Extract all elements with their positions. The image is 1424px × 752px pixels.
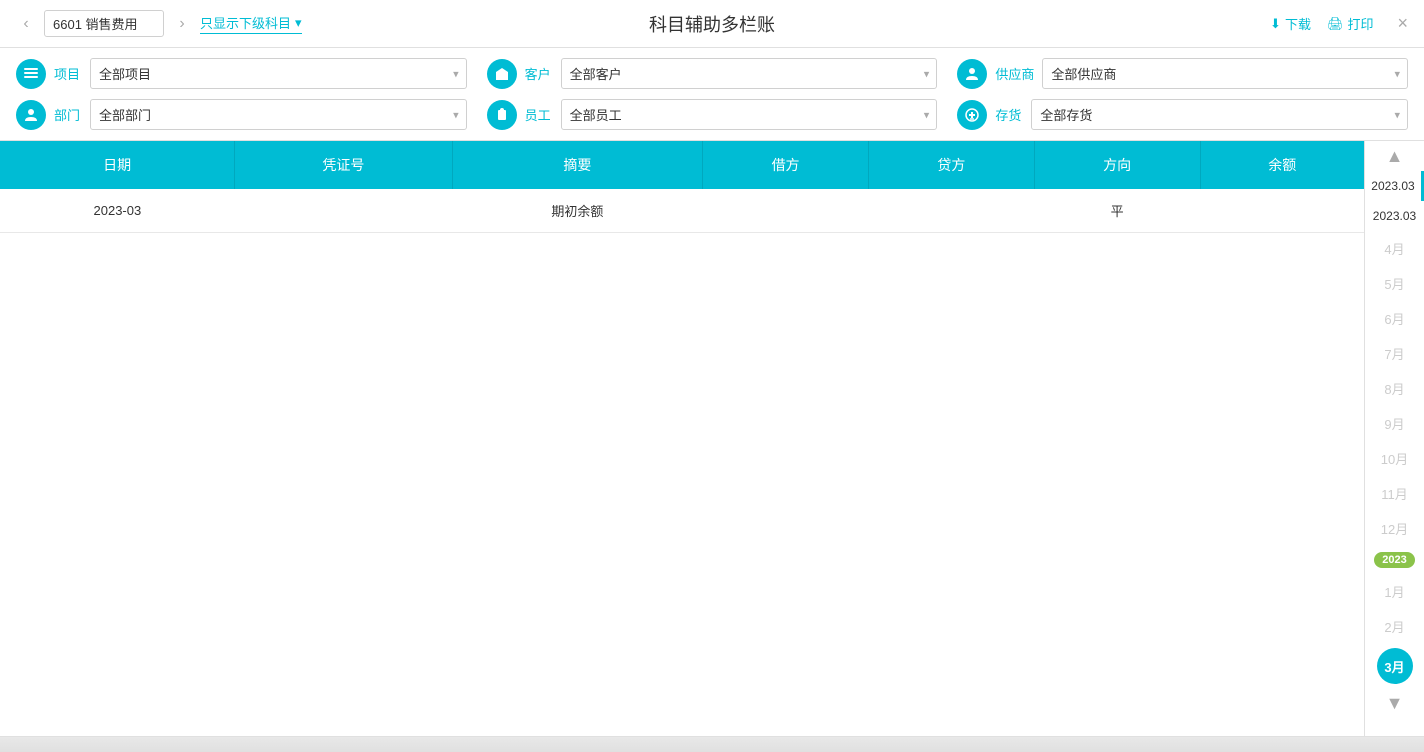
filter-employee-row: 员工 全部员工 ▾ [487, 99, 938, 130]
cell-direction: 平 [1034, 189, 1200, 233]
sidebar-month-6[interactable]: 6月 [1365, 301, 1424, 336]
sidebar-month-10[interactable]: 10月 [1365, 441, 1424, 476]
department-select[interactable]: 全部部门 [90, 99, 467, 130]
inventory-icon [957, 100, 987, 130]
sidebar-month-7[interactable]: 7月 [1365, 336, 1424, 371]
show-sub-arrow-icon: ▾ [295, 15, 302, 31]
sidebar-month-1[interactable]: 1月 [1365, 574, 1424, 609]
print-label: 打印 [1347, 14, 1373, 33]
download-icon: ⬇ [1270, 16, 1281, 32]
col-voucher: 凭证号 [235, 141, 452, 189]
employee-select[interactable]: 全部员工 [561, 99, 938, 130]
titlebar: ‹ 6601 销售费用 › 只显示下级科目 ▾ 科目辅助多栏账 ⬇ 下载 🖨 打… [0, 0, 1424, 48]
project-label: 项目 [54, 64, 82, 83]
table-header-row: 日期 凭证号 摘要 借方 贷方 方向 余额 [0, 141, 1364, 189]
filter-supplier-row: 供应商 全部供应商 ▾ [957, 58, 1408, 89]
department-select-wrapper: 全部部门 ▾ [90, 99, 467, 130]
nav-next-button[interactable]: › [172, 14, 192, 34]
cell-summary: 期初余额 [452, 189, 703, 233]
cell-date: 2023-03 [0, 189, 235, 233]
sidebar-scroll-down-button[interactable]: ▼ [1375, 688, 1415, 718]
col-date: 日期 [0, 141, 235, 189]
col-debit: 借方 [703, 141, 869, 189]
col-balance: 余额 [1200, 141, 1364, 189]
filter-project-row: 项目 全部项目 ▾ [16, 58, 467, 89]
customer-select-wrapper: 全部客户 ▾ [561, 58, 938, 89]
sidebar-month-3-selected[interactable]: 3月 [1377, 648, 1413, 684]
customer-select[interactable]: 全部客户 [561, 58, 938, 89]
show-sub-label: 只显示下级科目 [200, 13, 291, 32]
bottom-scrollbar[interactable] [0, 736, 1424, 752]
project-icon [16, 59, 46, 89]
page-title: 科目辅助多栏账 [649, 11, 775, 37]
cell-balance [1200, 189, 1364, 233]
project-select-wrapper: 全部项目 ▾ [90, 58, 467, 89]
supplier-label: 供应商 [995, 64, 1034, 83]
titlebar-left: ‹ 6601 销售费用 › 只显示下级科目 ▾ [16, 10, 302, 37]
close-button[interactable]: × [1397, 13, 1408, 34]
year-badge: 2023 [1374, 552, 1414, 568]
filter-customer-row: 客户 全部客户 ▾ [487, 58, 938, 89]
supplier-select[interactable]: 全部供应商 [1042, 58, 1408, 89]
sidebar-month-5[interactable]: 5月 [1365, 266, 1424, 301]
employee-label: 员工 [525, 105, 553, 124]
supplier-select-wrapper: 全部供应商 ▾ [1042, 58, 1408, 89]
data-table: 日期 凭证号 摘要 借方 贷方 方向 余额 2023-03 期初余额 [0, 141, 1364, 233]
main-content: 日期 凭证号 摘要 借方 贷方 方向 余额 2023-03 期初余额 [0, 141, 1424, 736]
customer-label: 客户 [525, 64, 553, 83]
department-label: 部门 [54, 105, 82, 124]
col-summary: 摘要 [452, 141, 703, 189]
nav-prev-button[interactable]: ‹ [16, 14, 36, 34]
show-sub-select[interactable]: 只显示下级科目 ▾ [200, 13, 302, 34]
filter-department-row: 部门 全部部门 ▾ [16, 99, 467, 130]
sidebar-month-8[interactable]: 8月 [1365, 371, 1424, 406]
table-area[interactable]: 日期 凭证号 摘要 借方 贷方 方向 余额 2023-03 期初余额 [0, 141, 1364, 736]
sidebar-month-2[interactable]: 2月 [1365, 609, 1424, 644]
table-row: 2023-03 期初余额 平 [0, 189, 1364, 233]
project-select[interactable]: 全部项目 [90, 58, 467, 89]
department-icon [16, 100, 46, 130]
print-button[interactable]: 🖨 打印 [1327, 14, 1374, 33]
inventory-label: 存货 [995, 105, 1023, 124]
cell-debit [703, 189, 869, 233]
account-code-display: 6601 销售费用 [44, 10, 164, 37]
col-credit: 贷方 [868, 141, 1034, 189]
sidebar-period-top-1[interactable]: 2023.03 [1365, 171, 1424, 201]
download-label: 下载 [1285, 14, 1311, 33]
print-icon: 🖨 [1327, 16, 1344, 32]
filter-inventory-row: 存货 全部存货 ▾ [957, 99, 1408, 130]
sidebar-scroll-up-button[interactable]: ▲ [1375, 141, 1415, 171]
customer-icon [487, 59, 517, 89]
titlebar-right: ⬇ 下载 🖨 打印 × [1270, 13, 1408, 34]
sidebar-period-top-2[interactable]: 2023.03 [1365, 201, 1424, 231]
download-button[interactable]: ⬇ 下载 [1270, 14, 1311, 33]
col-direction: 方向 [1034, 141, 1200, 189]
supplier-icon [957, 59, 987, 89]
inventory-select[interactable]: 全部存货 [1031, 99, 1408, 130]
sidebar-month-9[interactable]: 9月 [1365, 406, 1424, 441]
inventory-select-wrapper: 全部存货 ▾ [1031, 99, 1408, 130]
cell-credit [868, 189, 1034, 233]
employee-icon [487, 100, 517, 130]
filter-bar: 项目 全部项目 ▾ 客户 全部客户 ▾ [0, 48, 1424, 141]
sidebar-month-12[interactable]: 12月 [1365, 511, 1424, 546]
employee-select-wrapper: 全部员工 ▾ [561, 99, 938, 130]
sidebar-month-4[interactable]: 4月 [1365, 231, 1424, 266]
right-sidebar: ▲ 2023.03 2023.03 4月 5月 6月 7月 8月 9月 10月 … [1364, 141, 1424, 736]
cell-voucher [235, 189, 452, 233]
main-window: ‹ 6601 销售费用 › 只显示下级科目 ▾ 科目辅助多栏账 ⬇ 下载 🖨 打… [0, 0, 1424, 752]
sidebar-month-11[interactable]: 11月 [1365, 476, 1424, 511]
